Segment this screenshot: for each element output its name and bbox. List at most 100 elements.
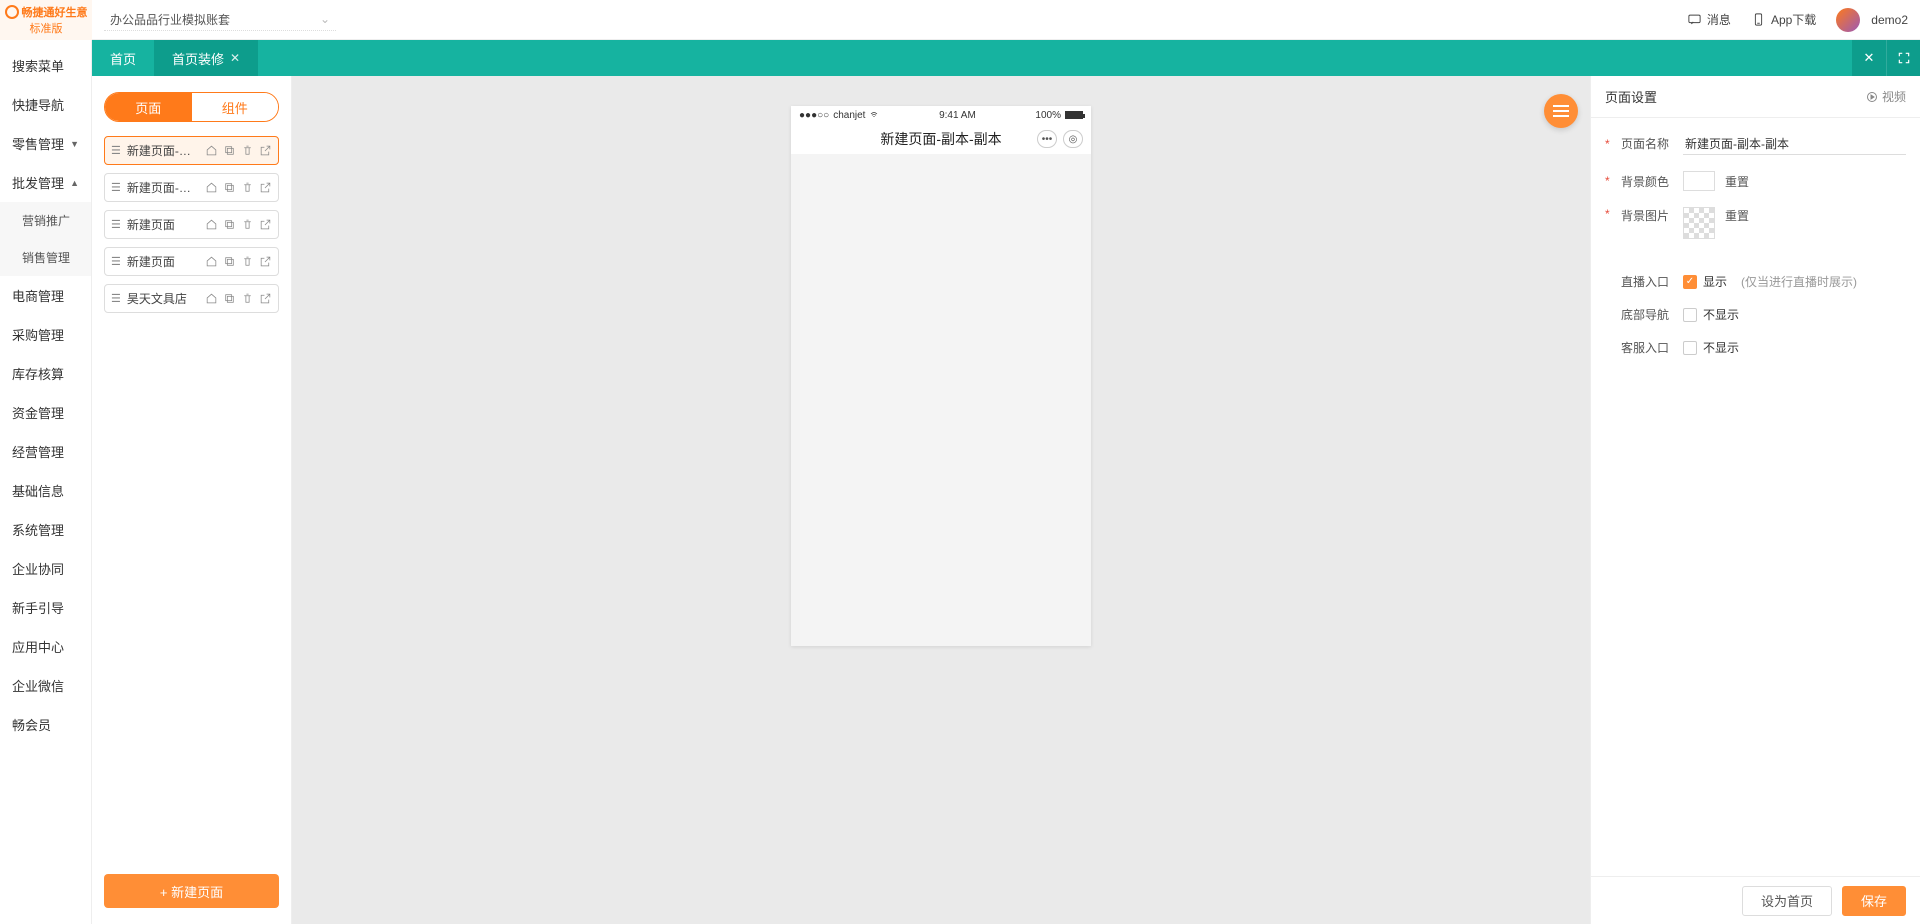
nav-ecommerce[interactable]: 电商管理 — [0, 276, 91, 315]
page-row[interactable]: ☰新建页面-副本-... — [104, 136, 279, 165]
nav-wechat[interactable]: 企业微信 — [0, 666, 91, 705]
brand-name: 畅捷通好生意 — [22, 4, 88, 20]
nav-operation[interactable]: 经营管理 — [0, 432, 91, 471]
phone-body — [791, 154, 1091, 646]
brand-edition: 标准版 — [30, 20, 63, 36]
avatar-icon — [1836, 8, 1860, 32]
home-icon[interactable] — [204, 292, 218, 306]
copy-icon[interactable] — [222, 255, 236, 269]
tab-home[interactable]: 首页 — [92, 40, 154, 76]
page-row[interactable]: ☰新建页面 — [104, 247, 279, 276]
delete-icon[interactable] — [240, 181, 254, 195]
service-entry-checkbox[interactable]: 不显示 — [1683, 339, 1739, 356]
nav-marketing[interactable]: 营销推广 — [0, 202, 91, 239]
caret-up-icon: ▲ — [70, 178, 79, 188]
bg-image-label: 背景图片 — [1621, 207, 1673, 224]
nav-quick-nav[interactable]: 快捷导航 — [0, 85, 91, 124]
drag-handle-icon[interactable]: ☰ — [111, 292, 121, 305]
nav-funds[interactable]: 资金管理 — [0, 393, 91, 432]
copy-icon[interactable] — [222, 292, 236, 306]
signal-icon: ●●●○○ — [799, 110, 829, 121]
phone-status-bar: ●●●○○ chanjet 9:41 AM 100% — [791, 106, 1091, 124]
page-row-name: 新建页面-副本 — [127, 179, 198, 196]
phone-navbar: 新建页面-副本-副本 ••• ◎ — [791, 124, 1091, 154]
video-help-link[interactable]: 视频 — [1866, 88, 1906, 105]
wifi-icon — [869, 111, 879, 119]
nav-wholesale[interactable]: 批发管理▲ — [0, 163, 91, 202]
copy-icon[interactable] — [222, 218, 236, 232]
external-icon[interactable] — [258, 292, 272, 306]
messages-button[interactable]: 消息 — [1687, 11, 1731, 28]
brand-logo: 畅捷通好生意 标准版 — [0, 0, 92, 40]
live-display-checkbox[interactable]: ✓ 显示 — [1683, 273, 1727, 290]
page-row[interactable]: ☰ 新建页面-副本 — [104, 173, 279, 202]
delete-icon[interactable] — [240, 292, 254, 306]
page-row-name: 昊天文具店 — [127, 290, 198, 307]
home-icon[interactable] — [204, 218, 218, 232]
account-set-label: 办公品品行业模拟账套 — [110, 11, 230, 28]
tab-page-decor[interactable]: 首页装修 ✕ — [154, 40, 258, 76]
nav-system[interactable]: 系统管理 — [0, 510, 91, 549]
carrier-label: chanjet — [833, 110, 865, 121]
settings-title: 页面设置 — [1605, 87, 1657, 106]
nav-inventory[interactable]: 库存核算 — [0, 354, 91, 393]
tab-close-icon[interactable]: ✕ — [230, 51, 240, 65]
nav-sales[interactable]: 销售管理 — [0, 239, 91, 276]
phone-preview: ●●●○○ chanjet 9:41 AM 100% 新建页面-副本-副本 — [791, 106, 1091, 646]
bg-color-reset[interactable]: 重置 — [1725, 173, 1749, 190]
page-row[interactable]: ☰ 新建页面 — [104, 210, 279, 239]
external-icon[interactable] — [258, 144, 272, 158]
tabstrip-fullscreen-button[interactable] — [1886, 40, 1920, 76]
drag-handle-icon[interactable]: ☰ — [111, 218, 121, 231]
segment-page[interactable]: 页面 — [105, 93, 192, 121]
nav-app-center[interactable]: 应用中心 — [0, 627, 91, 666]
bg-color-swatch[interactable] — [1683, 171, 1715, 191]
delete-icon[interactable] — [240, 144, 254, 158]
delete-icon[interactable] — [240, 255, 254, 269]
tab-strip: 首页 首页装修 ✕ ✕ — [92, 40, 1920, 76]
page-name-input[interactable] — [1683, 132, 1906, 155]
external-icon[interactable] — [258, 218, 272, 232]
nav-newbie[interactable]: 新手引导 — [0, 588, 91, 627]
external-icon[interactable] — [258, 181, 272, 195]
nav-enterprise[interactable]: 企业协同 — [0, 549, 91, 588]
nav-search-menu[interactable]: 搜索菜单 — [0, 46, 91, 85]
drag-handle-icon[interactable]: ☰ — [111, 144, 121, 157]
home-icon[interactable] — [204, 181, 218, 195]
toggle-panel-fab[interactable] — [1544, 94, 1578, 128]
delete-icon[interactable] — [240, 218, 254, 232]
copy-icon[interactable] — [222, 144, 236, 158]
checkbox-checked-icon: ✓ — [1683, 275, 1697, 289]
page-row[interactable]: ☰ 昊天文具店 — [104, 284, 279, 313]
save-button[interactable]: 保存 — [1842, 886, 1906, 916]
drag-handle-icon[interactable]: ☰ — [111, 255, 121, 268]
drag-handle-icon[interactable]: ☰ — [111, 181, 121, 194]
live-hint: (仅当进行直播时展示) — [1741, 273, 1857, 290]
battery-label: 100% — [1035, 110, 1061, 121]
external-icon[interactable] — [258, 255, 272, 269]
bg-image-reset[interactable]: 重置 — [1725, 207, 1749, 224]
segment-component[interactable]: 组件 — [192, 93, 279, 121]
fullscreen-icon — [1897, 51, 1911, 65]
top-bar: 畅捷通好生意 标准版 办公品品行业模拟账套 ⌄ 消息 App下载 demo2 — [0, 0, 1920, 40]
home-icon[interactable] — [204, 144, 218, 158]
new-page-button[interactable]: + 新建页面 — [104, 874, 279, 908]
copy-icon[interactable] — [222, 181, 236, 195]
nav-retail[interactable]: 零售管理▼ — [0, 124, 91, 163]
bottom-nav-checkbox[interactable]: 不显示 — [1683, 306, 1739, 323]
nav-member[interactable]: 畅会员 — [0, 705, 91, 744]
bg-color-label: 背景颜色 — [1621, 173, 1673, 190]
home-icon[interactable] — [204, 255, 218, 269]
user-menu[interactable]: demo2 — [1836, 8, 1908, 32]
nav-basic-info[interactable]: 基础信息 — [0, 471, 91, 510]
page-name-label: 页面名称 — [1621, 135, 1673, 152]
set-home-button[interactable]: 设为首页 — [1742, 886, 1832, 916]
message-icon — [1687, 12, 1702, 27]
page-list: ☰新建页面-副本-...☰新建页面-副本☰新建页面☰新建页面☰昊天文具店 — [104, 136, 279, 313]
bg-image-picker[interactable] — [1683, 207, 1715, 239]
nav-purchase[interactable]: 采购管理 — [0, 315, 91, 354]
account-set-selector[interactable]: 办公品品行业模拟账套 ⌄ — [104, 9, 336, 31]
page-row-name: 新建页面 — [127, 216, 198, 233]
app-download-button[interactable]: App下载 — [1751, 11, 1816, 28]
tabstrip-close-button[interactable]: ✕ — [1852, 40, 1886, 76]
